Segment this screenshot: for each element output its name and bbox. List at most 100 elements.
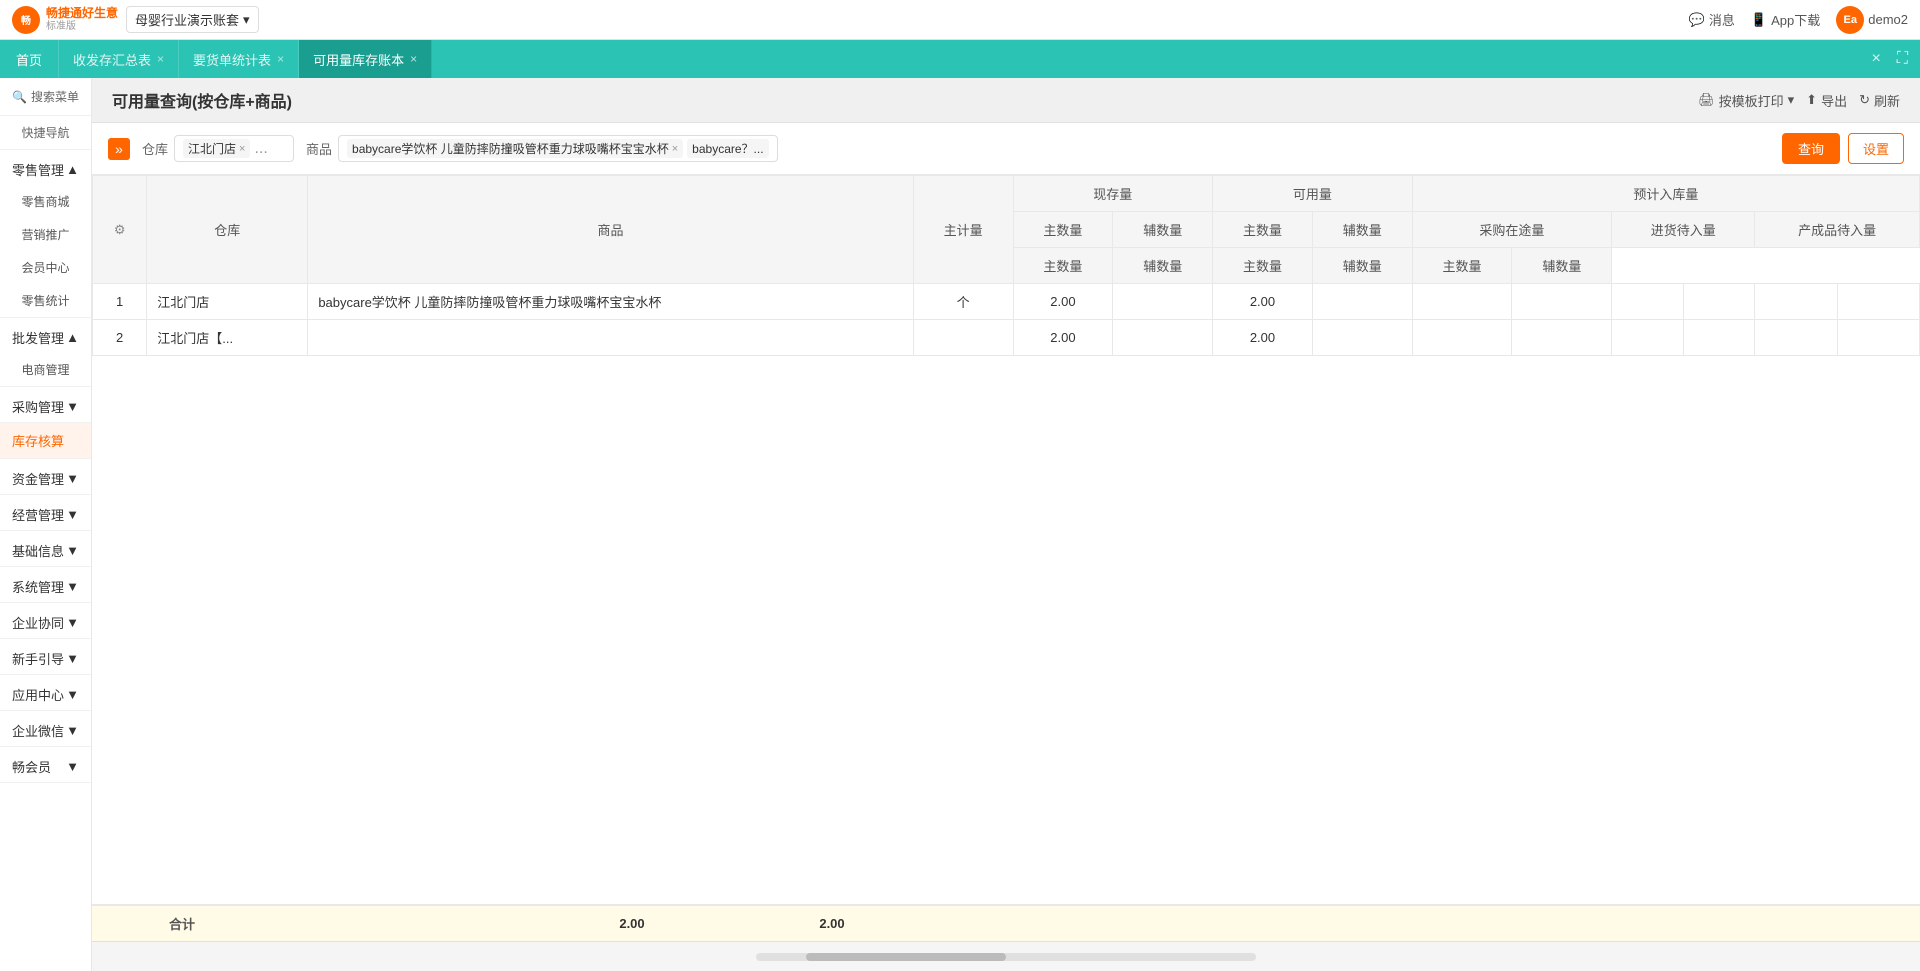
warehouse-more-icon[interactable]: ...	[254, 140, 267, 158]
sidebar-group-header-enterprise[interactable]: 企业协同 ▼	[0, 603, 91, 638]
sidebar-search-area: 🔍 搜索菜单	[0, 78, 91, 116]
industry-selector[interactable]: 母婴行业演示账套 ▾	[126, 6, 259, 33]
sidebar-group-header-basic[interactable]: 基础信息 ▼	[0, 531, 91, 566]
warehouse-tag: 江北门店 ×	[183, 139, 250, 158]
avatar: Ea	[1836, 6, 1864, 34]
print-button[interactable]: 🖨 按模板打印 ▾	[1698, 91, 1794, 110]
row-available-main: 2.00	[1213, 284, 1313, 320]
refresh-button[interactable]: ↻ 刷新	[1859, 91, 1900, 110]
message-button[interactable]: 💬 消息	[1689, 10, 1735, 29]
chevron-icon: ▼	[66, 687, 79, 702]
sidebar-item-retail-mall[interactable]: 零售商城	[0, 185, 91, 218]
sidebar-group-header-purchase[interactable]: 采购管理 ▼	[0, 387, 91, 422]
tab-close-icon[interactable]: ×	[277, 52, 284, 66]
sidebar-group-header-wechat[interactable]: 企业微信 ▼	[0, 711, 91, 746]
row-incoming-main	[1612, 320, 1684, 356]
finished-main-sub: 主数量	[1412, 248, 1512, 284]
purchase-transit-header: 采购在途量	[1412, 212, 1612, 248]
refresh-icon: ↻	[1859, 92, 1870, 108]
app-download-button[interactable]: 📱 App下载	[1751, 10, 1820, 29]
row-product	[308, 320, 913, 356]
remove-product-tag-icon[interactable]: ×	[672, 143, 678, 155]
phone-icon: 📱	[1751, 12, 1767, 28]
sidebar-group-header-vip[interactable]: 畅会员 ▼	[0, 747, 91, 782]
finished-aux-sub: 辅数量	[1512, 248, 1612, 284]
chevron-icon: ▲	[66, 330, 79, 345]
row-finished-main	[1755, 320, 1837, 356]
chevron-icon: ▼	[66, 543, 79, 558]
filter-bar: » 仓库 江北门店 × ... 商品 babycare学饮杯 儿童防摔防撞吸管杯…	[92, 123, 1920, 175]
chevron-icon: ▼	[66, 507, 79, 522]
tab-close-icon[interactable]: ×	[410, 52, 417, 66]
chevron-icon: ▼	[66, 651, 79, 666]
row-warehouse: 江北门店	[147, 284, 308, 320]
close-all-tabs-button[interactable]: ×	[1867, 46, 1884, 72]
sidebar-group-operations: 经营管理 ▼	[0, 495, 91, 531]
warehouse-tag-area[interactable]: 江北门店 × ...	[174, 135, 294, 162]
row-index: 2	[93, 320, 147, 356]
row-index: 1	[93, 284, 147, 320]
product-tag-1: babycare学饮杯 儿童防摔防撞吸管杯重力球吸嘴杯宝宝水杯 ×	[347, 139, 683, 158]
sidebar-group-header-retail[interactable]: 零售管理 ▲	[0, 150, 91, 185]
warehouse-filter: 仓库 江北门店 × ...	[142, 135, 294, 162]
settings-col-header[interactable]: ⚙	[93, 176, 147, 284]
sidebar-group-header-finance[interactable]: 资金管理 ▼	[0, 459, 91, 494]
sidebar-group-header-wholesale[interactable]: 批发管理 ▲	[0, 318, 91, 353]
sidebar-group-wholesale: 批发管理 ▲ 电商管理	[0, 318, 91, 387]
purchase-transit-main-sub: 主数量	[1013, 248, 1113, 284]
warehouse-col-header: 仓库	[147, 176, 308, 284]
incoming-aux-sub: 辅数量	[1312, 248, 1412, 284]
content-area: 可用量查询(按仓库+商品) 🖨 按模板打印 ▾ ⬆ 导出 ↻ 刷新	[92, 78, 1920, 971]
row-incoming-aux	[1683, 284, 1755, 320]
sidebar-group-newbie: 新手引导 ▼	[0, 639, 91, 675]
fullscreen-button[interactable]: ⛶	[1893, 46, 1912, 72]
sidebar-group-header-newbie[interactable]: 新手引导 ▼	[0, 639, 91, 674]
data-table: ⚙ 仓库 商品 主计量 现存量 可用量 预计入库量 主数量 辅数量 主数量 辅数…	[92, 175, 1920, 356]
sidebar-group-header-operations[interactable]: 经营管理 ▼	[0, 495, 91, 530]
sidebar-group-wechat: 企业微信 ▼	[0, 711, 91, 747]
export-button[interactable]: ⬆ 导出	[1806, 91, 1847, 110]
stock-aux-header: 辅数量	[1113, 212, 1213, 248]
sidebar-group-purchase: 采购管理 ▼	[0, 387, 91, 423]
tab-shoufacun[interactable]: 收发存汇总表 ×	[59, 40, 179, 78]
sidebar-item-marketing[interactable]: 营销推广	[0, 218, 91, 251]
row-stock-main: 2.00	[1013, 284, 1113, 320]
sidebar-item-ecommerce[interactable]: 电商管理	[0, 353, 91, 386]
incoming-main-sub: 主数量	[1213, 248, 1313, 284]
sidebar-group-header-inventory[interactable]: 库存核算	[0, 423, 91, 458]
scrollbar-thumb[interactable]	[806, 953, 1006, 961]
horizontal-scrollbar[interactable]	[756, 953, 1256, 961]
sidebar-group-header-appcenter[interactable]: 应用中心 ▼	[0, 675, 91, 710]
stock-col-header: 现存量	[1013, 176, 1213, 212]
product-tag-area[interactable]: babycare学饮杯 儿童防摔防撞吸管杯重力球吸嘴杯宝宝水杯 × babyca…	[338, 135, 778, 162]
footer-label: 合计	[102, 914, 262, 933]
row-unit	[913, 320, 1013, 356]
tab-home[interactable]: 首页	[0, 40, 59, 78]
nav-tabs-right: × ⛶	[1867, 46, 1920, 72]
purchase-transit-aux-sub: 辅数量	[1113, 248, 1213, 284]
sidebar-item-member[interactable]: 会员中心	[0, 251, 91, 284]
sidebar-group-retail: 零售管理 ▲ 零售商城 营销推广 会员中心 零售统计	[0, 150, 91, 318]
filter-expand-button[interactable]: »	[108, 138, 130, 160]
row-stock-aux	[1113, 284, 1213, 320]
row-available-aux	[1312, 320, 1412, 356]
logo-text: 畅捷通好生意 标准版	[46, 6, 118, 32]
settings-button[interactable]: 设置	[1848, 133, 1904, 164]
sidebar-quick-nav[interactable]: 快捷导航	[0, 116, 91, 150]
row-unit: 个	[913, 284, 1013, 320]
query-button[interactable]: 查询	[1782, 133, 1840, 164]
table-row: 2 江北门店【... 2.00 2.00	[93, 320, 1920, 356]
sidebar-item-retail-stats[interactable]: 零售统计	[0, 284, 91, 317]
user-menu[interactable]: Ea demo2	[1836, 6, 1908, 34]
sidebar-group-header-system[interactable]: 系统管理 ▼	[0, 567, 91, 602]
sidebar: 🔍 搜索菜单 快捷导航 零售管理 ▲ 零售商城 营销推广 会员中心 零售统计 批…	[0, 78, 92, 971]
tab-yaohuo[interactable]: 要货单统计表 ×	[179, 40, 299, 78]
remove-warehouse-tag-icon[interactable]: ×	[239, 143, 245, 155]
chevron-icon: ▲	[66, 162, 79, 177]
row-available-main: 2.00	[1213, 320, 1313, 356]
search-menu-button[interactable]: 🔍 搜索菜单	[8, 88, 83, 105]
tab-keyongliang[interactable]: 可用量库存账本 ×	[299, 40, 432, 78]
tab-close-icon[interactable]: ×	[157, 52, 164, 66]
row-stock-main: 2.00	[1013, 320, 1113, 356]
unit-col-header: 主计量	[913, 176, 1013, 284]
